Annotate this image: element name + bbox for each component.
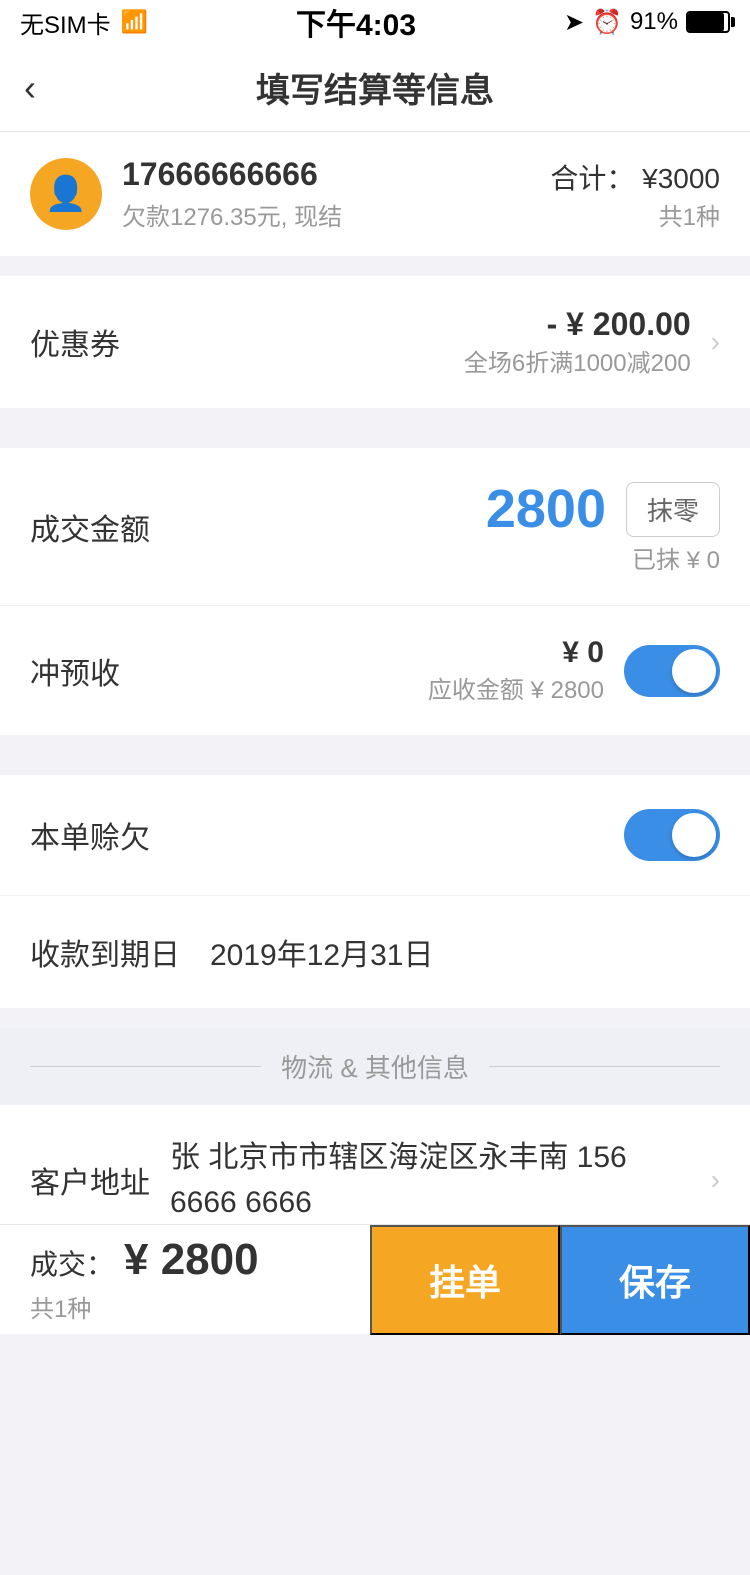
due-date-value: 2019年12月31日 xyxy=(210,930,433,974)
total-label-line: 合计： ¥3000 xyxy=(550,157,720,197)
customer-left: 👤 17666666666 欠款1276.35元, 现结 xyxy=(30,156,342,232)
logistics-label: 物流 & 其他信息 xyxy=(281,1048,469,1085)
logistics-line-right xyxy=(489,1066,720,1067)
battery-icon xyxy=(686,11,730,33)
round-button[interactable]: 抹零 xyxy=(626,482,720,537)
pre-receive-right: ¥ 0 应收金额 ¥ 2800 xyxy=(428,636,720,705)
address-value: 张 北京市市辖区海淀区永丰南 156 6666 6666 xyxy=(170,1135,691,1225)
avatar-icon: 👤 xyxy=(45,174,87,214)
battery-label: 91% xyxy=(630,8,678,36)
logistics-header: 物流 & 其他信息 xyxy=(0,1028,750,1105)
divider-2 xyxy=(0,755,750,775)
nav-header: ‹ 填写结算等信息 xyxy=(0,44,750,132)
carrier-label: 无SIM卡 xyxy=(20,5,111,40)
amount-right: 2800 抹零 已抹 ¥ 0 xyxy=(486,478,720,575)
battery-fill xyxy=(688,13,724,31)
debt-toggle-knob xyxy=(672,813,716,857)
status-bar-time: 下午4:03 xyxy=(296,0,416,44)
debt-toggle[interactable] xyxy=(624,809,720,861)
coupon-value-wrap: - ¥ 200.00 全场6折满1000减200 xyxy=(464,306,691,378)
debt-row: 本单赊欠 xyxy=(0,775,750,896)
amount-sub: 已抹 ¥ 0 xyxy=(632,540,720,575)
bottom-summary: 成交： ¥ 2800 共1种 xyxy=(0,1235,370,1324)
deal-label: 成交： xyxy=(30,1243,114,1283)
due-date-row: 收款到期日 2019年12月31日 xyxy=(0,896,750,1008)
save-button[interactable]: 保存 xyxy=(560,1225,750,1335)
coupon-right: - ¥ 200.00 全场6折满1000减200 › xyxy=(464,306,720,378)
status-bar-right: ➤ ⏰ 91% xyxy=(564,8,730,37)
deal-label-wrap: 成交： ¥ 2800 xyxy=(30,1235,340,1285)
address-label: 客户地址 xyxy=(30,1158,150,1202)
due-date-label: 收款到期日 xyxy=(30,930,180,974)
customer-debt: 欠款1276.35元, 现结 xyxy=(122,197,342,232)
divider-3 xyxy=(0,1008,750,1028)
pre-receive-toggle[interactable] xyxy=(624,645,720,697)
deal-amount: ¥ 2800 xyxy=(124,1235,259,1285)
coupon-row[interactable]: 优惠券 - ¥ 200.00 全场6折满1000减200 › xyxy=(0,276,750,408)
coupon-value: - ¥ 200.00 xyxy=(464,306,691,343)
location-icon: ➤ xyxy=(564,8,584,37)
deal-count: 共1种 xyxy=(30,1289,340,1324)
divider-1 xyxy=(0,428,750,448)
customer-card: 👤 17666666666 欠款1276.35元, 现结 合计： ¥3000 共… xyxy=(0,132,750,256)
pre-receive-value: ¥ 0 xyxy=(428,636,604,670)
amount-value: 2800 xyxy=(486,478,606,540)
coupon-sub: 全场6折满1000减200 xyxy=(464,343,691,378)
total-amount: ¥3000 xyxy=(642,163,720,194)
total-count: 共1种 xyxy=(550,197,720,232)
customer-right: 合计： ¥3000 共1种 xyxy=(550,157,720,232)
coupon-label: 优惠券 xyxy=(30,320,120,364)
debt-label: 本单赊欠 xyxy=(30,813,150,857)
amount-label: 成交金额 xyxy=(30,505,150,549)
status-bar: 无SIM卡 📶 下午4:03 ➤ ⏰ 91% xyxy=(0,0,750,44)
chevron-right-icon: › xyxy=(711,326,720,358)
coupon-section: 优惠券 - ¥ 200.00 全场6折满1000减200 › xyxy=(0,276,750,408)
pre-receive-value-wrap: ¥ 0 应收金额 ¥ 2800 xyxy=(428,636,604,705)
customer-phone: 17666666666 xyxy=(122,156,342,193)
back-button[interactable]: ‹ xyxy=(24,67,36,109)
alarm-icon: ⏰ xyxy=(592,8,622,37)
logistics-line-left xyxy=(30,1066,261,1067)
bottom-bar: 成交： ¥ 2800 共1种 挂单 保存 xyxy=(0,1224,750,1334)
amount-row: 成交金额 2800 抹零 已抹 ¥ 0 xyxy=(0,448,750,606)
wifi-icon: 📶 xyxy=(121,9,148,35)
toggle-knob xyxy=(672,649,716,693)
status-bar-left: 无SIM卡 📶 xyxy=(20,5,148,40)
amount-top: 2800 抹零 xyxy=(486,478,720,540)
address-chevron-icon: › xyxy=(711,1164,720,1196)
content: 👤 17666666666 欠款1276.35元, 现结 合计： ¥3000 共… xyxy=(0,132,750,1575)
customer-info: 17666666666 欠款1276.35元, 现结 xyxy=(122,156,342,232)
amount-section: 成交金额 2800 抹零 已抹 ¥ 0 冲预收 ¥ 0 应收金额 ¥ 2800 xyxy=(0,448,750,735)
hold-button[interactable]: 挂单 xyxy=(370,1225,560,1335)
pre-receive-row: 冲预收 ¥ 0 应收金额 ¥ 2800 xyxy=(0,606,750,735)
pre-receive-label: 冲预收 xyxy=(30,649,120,693)
page-title: 填写结算等信息 xyxy=(256,63,494,112)
total-label: 合计： xyxy=(550,163,634,194)
pre-receive-sub: 应收金额 ¥ 2800 xyxy=(428,670,604,705)
avatar: 👤 xyxy=(30,158,102,230)
